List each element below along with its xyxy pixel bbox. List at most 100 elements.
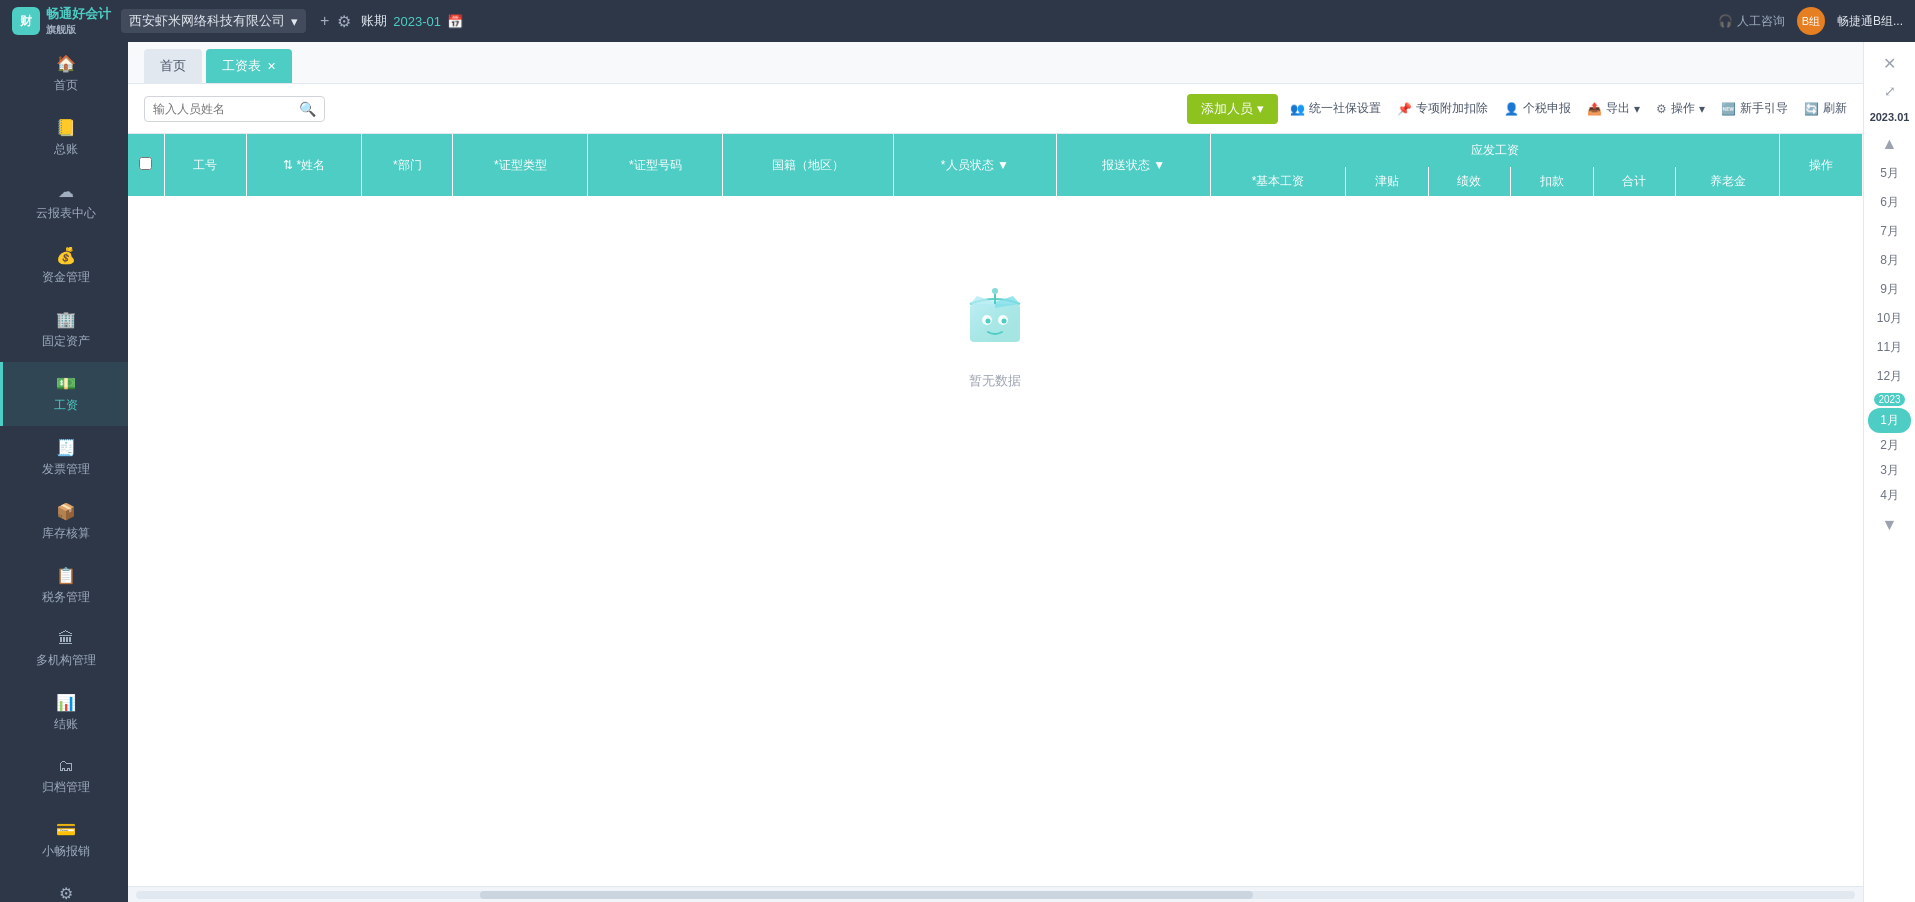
month-item-jan-2023[interactable]: 1月 xyxy=(1868,408,1911,433)
sidebar-item-invoice[interactable]: 🧾 发票管理 xyxy=(0,426,128,490)
filter-icon-2[interactable]: ▼ xyxy=(1153,158,1165,172)
tab-home-label: 首页 xyxy=(160,57,186,75)
sidebar-item-inventory[interactable]: 📦 库存核算 xyxy=(0,490,128,554)
month-item-7[interactable]: 7月 xyxy=(1864,219,1915,244)
panel-expand-btn[interactable]: ⤢ xyxy=(1883,79,1896,103)
app-edition: 旗舰版 xyxy=(46,23,111,37)
month-item-6[interactable]: 6月 xyxy=(1864,190,1915,215)
scroll-thumb[interactable] xyxy=(480,891,1254,899)
empty-state-row: 暂无数据 xyxy=(128,196,1863,470)
month-item-5[interactable]: 5月 xyxy=(1864,161,1915,186)
th-name: ⇅ *姓名 xyxy=(246,134,361,196)
th-checkbox[interactable] xyxy=(128,134,164,196)
th-deduction: 扣款 xyxy=(1511,167,1593,196)
tab-salary-close[interactable]: ✕ xyxy=(267,60,276,73)
th-num: 工号 xyxy=(164,134,246,196)
user-avatar: B组 xyxy=(1797,7,1825,35)
sidebar-label-archive: 归档管理 xyxy=(42,779,90,796)
settings-gear-icon: ⚙ xyxy=(59,884,73,902)
sidebar-label-home: 首页 xyxy=(54,77,78,94)
deduction-icon: 📌 xyxy=(1397,102,1412,116)
add-person-button[interactable]: 添加人员 ▾ xyxy=(1187,94,1278,124)
filter-icon-1[interactable]: ▼ xyxy=(997,158,1009,172)
sidebar-item-fund[interactable]: 💰 资金管理 xyxy=(0,234,128,298)
sidebar-item-multi-org[interactable]: 🏛 多机构管理 xyxy=(0,618,128,681)
sidebar-item-settings[interactable]: ⚙ 基础设置 xyxy=(0,872,128,902)
special-deduction-btn[interactable]: 📌 专项附加扣除 xyxy=(1397,100,1488,117)
add-company-icon[interactable]: + xyxy=(320,12,329,30)
month-item-10[interactable]: 10月 xyxy=(1864,306,1915,331)
month-item-9[interactable]: 9月 xyxy=(1864,277,1915,302)
sidebar-item-close[interactable]: 📊 结账 xyxy=(0,681,128,745)
th-total: 合计 xyxy=(1593,167,1675,196)
company-selector[interactable]: 西安虾米网络科技有限公司 ▾ xyxy=(121,9,306,33)
main-layout: 🏠 首页 📒 总账 ☁ 云报表中心 💰 资金管理 🏢 固定资产 💵 工资 🧾 发… xyxy=(0,42,1915,902)
empty-state: 暂无数据 xyxy=(128,196,1863,470)
logo-icon: 财 xyxy=(12,7,40,35)
month-item-8[interactable]: 8月 xyxy=(1864,248,1915,273)
period-value[interactable]: 2023-01 xyxy=(393,14,441,29)
select-all-checkbox[interactable] xyxy=(139,157,152,170)
year-2023-badge: 2023 xyxy=(1874,393,1904,406)
year-2023-section: 2023 1月 2月 3月 4月 xyxy=(1864,393,1915,508)
headset-icon: 🎧 xyxy=(1718,14,1733,28)
search-box[interactable]: 🔍 xyxy=(144,96,325,122)
month-item-feb-2023[interactable]: 2月 xyxy=(1864,433,1915,458)
sidebar-item-archive[interactable]: 🗂 归档管理 xyxy=(0,745,128,808)
scroll-track[interactable] xyxy=(136,891,1855,899)
sidebar-item-fixed-assets[interactable]: 🏢 固定资产 xyxy=(0,298,128,362)
empty-state-icon xyxy=(955,276,1035,356)
right-panel-header: ✕ ⤢ xyxy=(1883,50,1896,103)
sidebar-item-tax[interactable]: 📋 税务管理 xyxy=(0,554,128,618)
sidebar-label-multi-org: 多机构管理 xyxy=(36,652,96,669)
archive-icon: 🗂 xyxy=(58,757,74,775)
tab-salary[interactable]: 工资表 ✕ xyxy=(206,49,292,83)
calendar-icon[interactable]: 📅 xyxy=(447,14,463,29)
month-item-apr-2023[interactable]: 4月 xyxy=(1864,483,1915,508)
svg-rect-0 xyxy=(970,304,1020,342)
nav-up-btn[interactable]: ▲ xyxy=(1864,131,1915,157)
sidebar-label-inventory: 库存核算 xyxy=(42,525,90,542)
personal-tax-btn[interactable]: 👤 个税申报 xyxy=(1504,100,1571,117)
scroll-bar-container xyxy=(128,886,1863,902)
close-period-icon: 📊 xyxy=(56,693,76,712)
ledger-icon: 📒 xyxy=(56,118,76,137)
th-cert-type: *证型类型 xyxy=(453,134,588,196)
month-item-mar-2023[interactable]: 3月 xyxy=(1864,458,1915,483)
toolbar: 🔍 添加人员 ▾ 👥 统一社保设置 📌 专项附加扣除 👤 个税申报 xyxy=(128,84,1863,134)
sidebar-item-cloud-report[interactable]: ☁ 云报表中心 xyxy=(0,170,128,234)
panel-close-btn[interactable]: ✕ xyxy=(1883,50,1896,77)
refresh-icon: 🔄 xyxy=(1804,102,1819,116)
salary-icon: 💵 xyxy=(56,374,76,393)
refresh-btn[interactable]: 🔄 刷新 xyxy=(1804,100,1847,117)
content-area: 首页 工资表 ✕ 🔍 添加人员 ▾ 👥 统一社保设置 xyxy=(128,42,1863,902)
assets-icon: 🏢 xyxy=(56,310,76,329)
sidebar-label-cloud-report: 云报表中心 xyxy=(36,205,96,222)
settings-icon[interactable]: ⚙ xyxy=(337,12,351,31)
new-guide-btn[interactable]: 🆕 新手引导 xyxy=(1721,100,1788,117)
operations-btn[interactable]: ⚙ 操作 ▾ xyxy=(1656,100,1705,117)
period-label: 账期 xyxy=(361,12,387,30)
tax-icon: 📋 xyxy=(56,566,76,585)
th-base-salary: *基本工资 xyxy=(1211,167,1346,196)
nav-down-btn[interactable]: ▼ xyxy=(1864,512,1915,538)
social-security-btn[interactable]: 👥 统一社保设置 xyxy=(1290,100,1381,117)
right-panel: ✕ ⤢ 2023.01 ▲ 5月 6月 7月 8月 9月 10月 11月 12月… xyxy=(1863,42,1915,902)
user-service-btn[interactable]: 🎧 人工咨询 xyxy=(1718,13,1785,30)
home-icon: 🏠 xyxy=(56,54,76,73)
month-item-11[interactable]: 11月 xyxy=(1864,335,1915,360)
add-person-dropdown-icon: ▾ xyxy=(1257,101,1264,116)
search-input[interactable] xyxy=(153,102,293,116)
tab-home[interactable]: 首页 xyxy=(144,49,202,83)
sidebar-item-expense[interactable]: 💳 小畅报销 xyxy=(0,808,128,872)
tab-bar: 首页 工资表 ✕ xyxy=(128,42,1863,84)
sidebar-item-home[interactable]: 🏠 首页 xyxy=(0,42,128,106)
th-report-status: 报送状态 ▼ xyxy=(1056,134,1210,196)
sidebar-item-general-ledger[interactable]: 📒 总账 xyxy=(0,106,128,170)
sidebar-label-general-ledger: 总账 xyxy=(54,141,78,158)
sidebar-item-salary[interactable]: 💵 工资 xyxy=(0,362,128,426)
export-btn[interactable]: 📤 导出 ▾ xyxy=(1587,100,1640,117)
month-item-12[interactable]: 12月 xyxy=(1864,364,1915,389)
tab-salary-label: 工资表 xyxy=(222,57,261,75)
tax-person-icon: 👤 xyxy=(1504,102,1519,116)
